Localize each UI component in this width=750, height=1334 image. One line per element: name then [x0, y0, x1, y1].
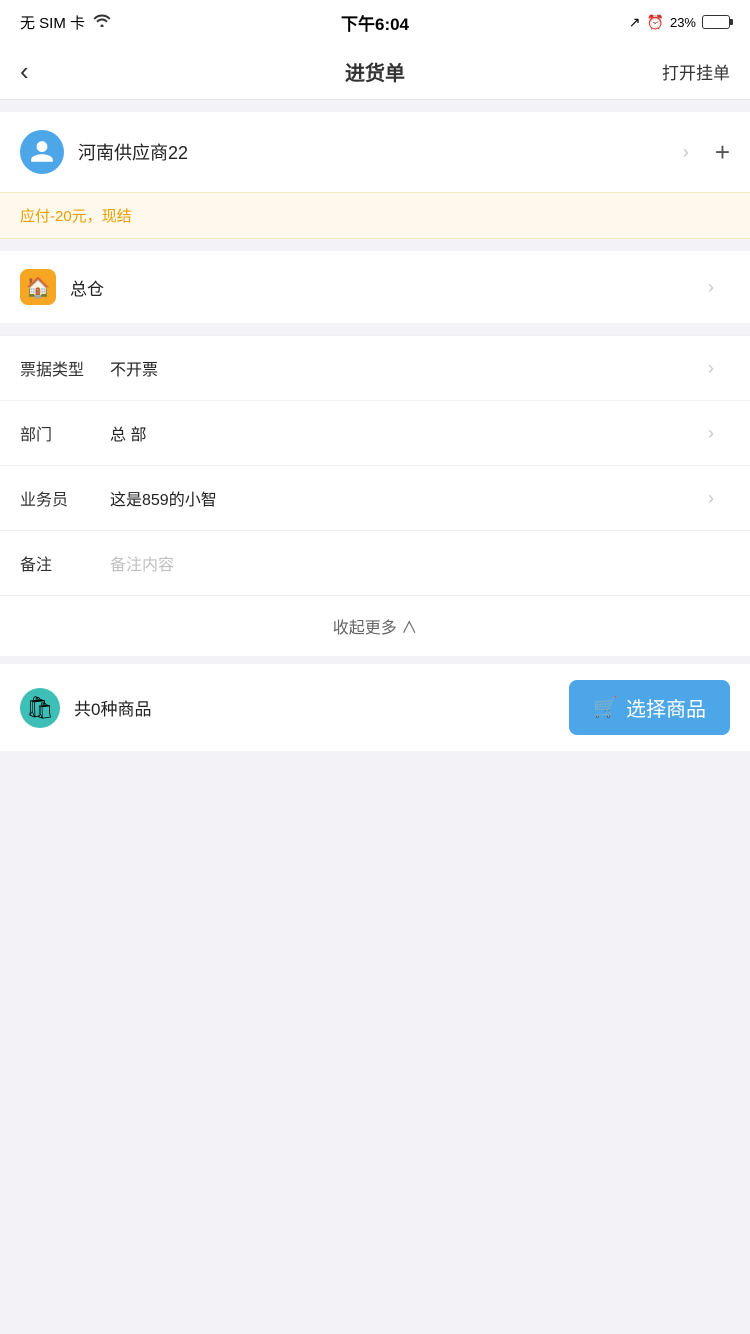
invoice-type-label: 票据类型 [20, 356, 100, 380]
nav-bar: ‹ 进货单 打开挂单 [0, 44, 750, 100]
product-icon: 🛍 [20, 688, 60, 728]
salesperson-row[interactable]: 业务员 这是859的小智 › [0, 465, 750, 530]
notice-banner: 应付-20元，现结 [0, 192, 750, 239]
supplier-name: 河南供应商22 [78, 139, 683, 165]
select-product-button[interactable]: 🛒 选择商品 [569, 680, 730, 735]
alarm-icon: ⏰ [647, 14, 664, 31]
product-count: 共0种商品 [74, 695, 569, 720]
location-icon: ↗ [629, 14, 641, 31]
invoice-type-chevron-icon: › [708, 358, 714, 379]
carrier-label: 无 SIM 卡 [20, 12, 85, 33]
cart-icon: 🛒 [593, 695, 618, 720]
open-pending-button[interactable]: 打开挂单 [662, 59, 730, 84]
house-icon: 🏠 [26, 275, 51, 300]
warehouse-row[interactable]: 🏠 总仓 › [0, 251, 750, 323]
supplier-chevron-icon: › [683, 142, 689, 163]
salesperson-chevron-icon: › [708, 488, 714, 509]
department-chevron-icon: › [708, 423, 714, 444]
warehouse-icon: 🏠 [20, 269, 56, 305]
collapse-more-button[interactable]: 收起更多 ∧ [0, 595, 750, 656]
status-left: 无 SIM 卡 [20, 12, 111, 33]
department-label: 部门 [20, 421, 100, 445]
page-background [0, 751, 750, 1051]
supplier-card: 河南供应商22 › + 应付-20元，现结 [0, 112, 750, 239]
invoice-type-value: 不开票 [100, 356, 708, 380]
section-gap-1 [0, 100, 750, 112]
person-icon [29, 139, 55, 165]
remark-label: 备注 [20, 551, 100, 575]
section-gap-2 [0, 239, 750, 251]
invoice-type-row[interactable]: 票据类型 不开票 › [0, 335, 750, 400]
remark-placeholder[interactable]: 备注内容 [100, 551, 730, 575]
section-gap-3 [0, 323, 750, 335]
bottom-product-section: 🛍 共0种商品 🛒 选择商品 [0, 656, 750, 751]
status-right: ↗ ⏰ 23% [629, 14, 730, 31]
select-product-label: 选择商品 [626, 693, 706, 722]
status-bar: 无 SIM 卡 下午6:04 ↗ ⏰ 23% [0, 0, 750, 44]
warehouse-card: 🏠 总仓 › [0, 251, 750, 323]
supplier-row[interactable]: 河南供应商22 › + [0, 112, 750, 192]
department-row[interactable]: 部门 总 部 › [0, 400, 750, 465]
page-title: 进货单 [345, 57, 405, 86]
notice-text: 应付-20元，现结 [20, 208, 132, 225]
warehouse-name: 总仓 [70, 275, 708, 300]
battery-icon [702, 15, 730, 29]
remark-row[interactable]: 备注 备注内容 [0, 530, 750, 595]
salesperson-value: 这是859的小智 [100, 486, 708, 510]
wifi-icon [93, 13, 111, 31]
warehouse-chevron-icon: › [708, 277, 714, 298]
back-button[interactable]: ‹ [20, 48, 37, 95]
department-value: 总 部 [100, 421, 708, 445]
form-card: 票据类型 不开票 › 部门 总 部 › 业务员 这是859的小智 › 备注 备注… [0, 335, 750, 656]
shopping-icon: 🛍 [26, 695, 54, 721]
battery-percent: 23% [670, 15, 696, 30]
salesperson-label: 业务员 [20, 486, 100, 510]
supplier-avatar [20, 130, 64, 174]
status-time: 下午6:04 [341, 10, 409, 35]
add-button[interactable]: + [705, 133, 730, 172]
